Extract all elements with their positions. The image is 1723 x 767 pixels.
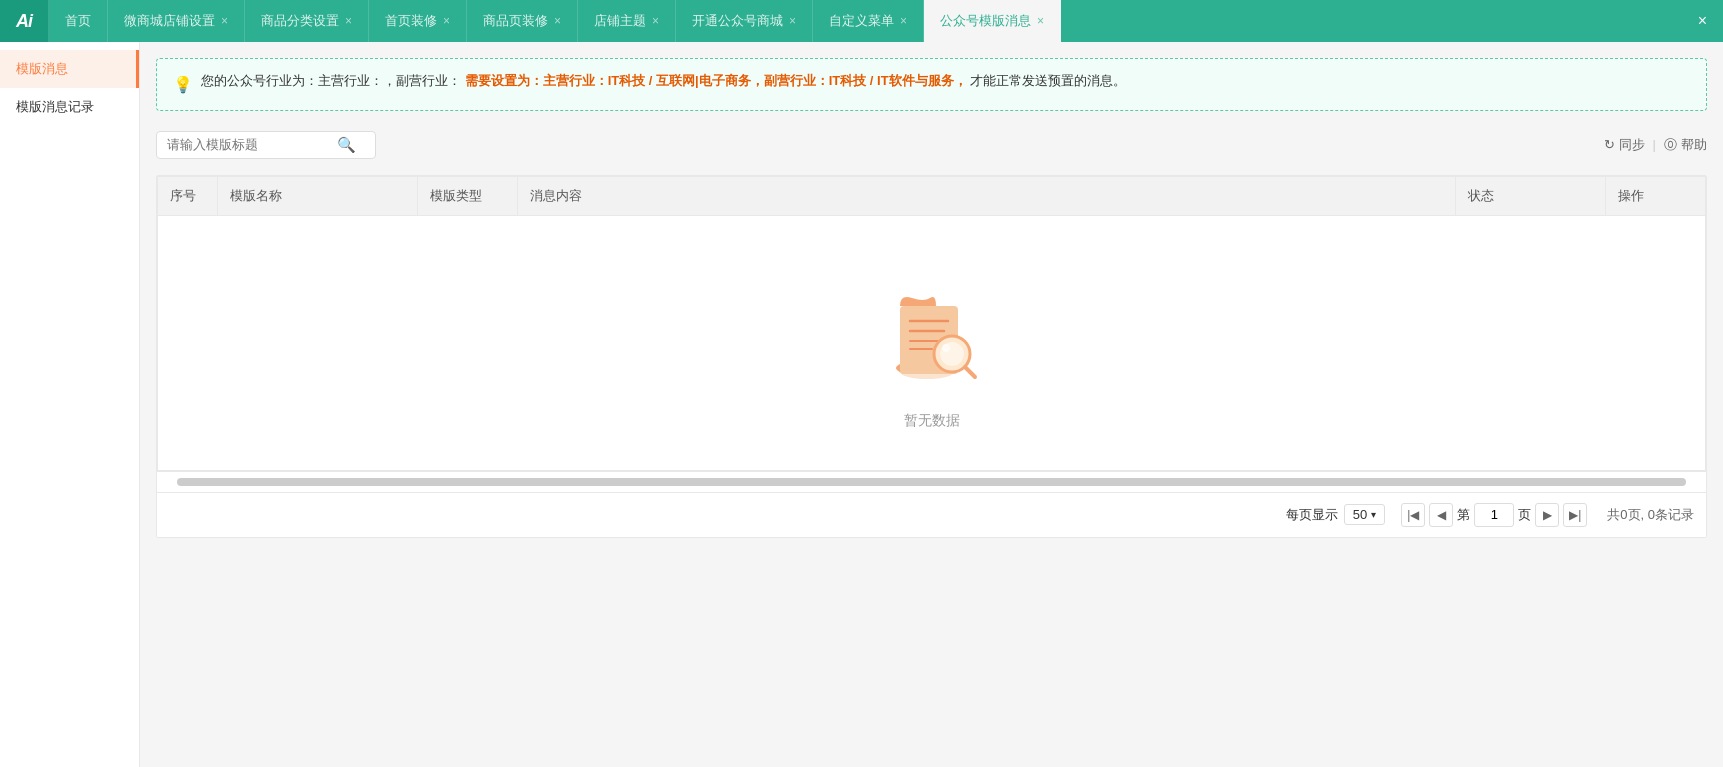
last-page-button[interactable]: ▶|	[1563, 503, 1587, 527]
toolbar: 🔍 ↻ 同步 | ⓪ 帮助	[156, 123, 1707, 163]
tab-template-msg[interactable]: 公众号模版消息 ×	[924, 0, 1061, 42]
tab-product-decor[interactable]: 商品页装修 ×	[467, 0, 578, 42]
tab-shop-setting[interactable]: 微商城店铺设置 ×	[108, 0, 245, 42]
tab-category-setting-label: 商品分类设置	[261, 12, 339, 30]
svg-line-8	[965, 367, 975, 377]
tab-template-msg-label: 公众号模版消息	[940, 12, 1031, 30]
tab-shop-theme[interactable]: 店铺主题 ×	[578, 0, 676, 42]
prev-page-button[interactable]: ◀	[1429, 503, 1453, 527]
logo: Ai	[0, 0, 49, 42]
notice-icon: 💡	[173, 72, 193, 98]
tab-open-mall-close[interactable]: ×	[789, 14, 796, 28]
tab-category-close[interactable]: ×	[345, 14, 352, 28]
tab-shop-setting-close[interactable]: ×	[221, 14, 228, 28]
total-info: 共0页, 0条记录	[1607, 506, 1694, 524]
tab-shop-theme-label: 店铺主题	[594, 12, 646, 30]
page-label-prefix: 第	[1457, 506, 1470, 524]
search-box: 🔍	[156, 131, 376, 159]
table-empty-row: 暂无数据	[158, 215, 1706, 470]
toolbar-right: ↻ 同步 | ⓪ 帮助	[1604, 136, 1707, 154]
tab-home-decor-label: 首页装修	[385, 12, 437, 30]
col-header-type: 模版类型	[418, 176, 518, 215]
tab-bar: Ai 首页 微商城店铺设置 × 商品分类设置 × 首页装修 × 商品页装修 × …	[0, 0, 1723, 42]
tab-home-decor[interactable]: 首页装修 ×	[369, 0, 467, 42]
empty-text: 暂无数据	[904, 412, 960, 430]
page-input-group: 第 页	[1457, 503, 1531, 527]
search-input[interactable]	[167, 137, 337, 152]
col-header-name: 模版名称	[218, 176, 418, 215]
notice-text: 您的公众号行业为：主营行业：，副营行业： 需要设置为：主营行业：IT科技 / 互…	[201, 71, 1126, 92]
sidebar: 模版消息 模版消息记录	[0, 42, 140, 767]
sidebar-item-template-msg[interactable]: 模版消息	[0, 50, 139, 88]
tab-open-mall[interactable]: 开通公众号商城 ×	[676, 0, 813, 42]
search-icon[interactable]: 🔍	[337, 136, 356, 154]
help-label: 帮助	[1681, 136, 1707, 154]
tab-template-msg-close[interactable]: ×	[1037, 14, 1044, 28]
tab-product-decor-label: 商品页装修	[483, 12, 548, 30]
empty-illustration	[872, 276, 992, 396]
pagination: 每页显示 50 ▾ |◀ ◀ 第 页 ▶ ▶|	[157, 492, 1706, 537]
table-header-row: 序号 模版名称 模版类型 消息内容 状态	[158, 176, 1706, 215]
tab-shop-theme-close[interactable]: ×	[652, 14, 659, 28]
tab-custom-menu[interactable]: 自定义菜单 ×	[813, 0, 924, 42]
help-icon: ⓪	[1664, 136, 1677, 154]
scrollbar-area	[157, 471, 1706, 492]
page-label-suffix: 页	[1518, 506, 1531, 524]
notice-prefix: 您的公众号行业为：主营行业：，副营行业：	[201, 73, 461, 88]
page-size-dropdown[interactable]: 50 ▾	[1344, 504, 1385, 525]
chevron-down-icon: ▾	[1371, 509, 1376, 520]
page-size-select: 每页显示 50 ▾	[1286, 504, 1385, 525]
page-number-input[interactable]	[1474, 503, 1514, 527]
horizontal-scrollbar[interactable]	[177, 478, 1686, 486]
tab-custom-menu-close[interactable]: ×	[900, 14, 907, 28]
page-size-label: 每页显示	[1286, 506, 1338, 524]
next-page-button[interactable]: ▶	[1535, 503, 1559, 527]
toolbar-divider: |	[1653, 137, 1656, 152]
main-layout: 模版消息 模版消息记录 💡 您的公众号行业为：主营行业：，副营行业： 需要设置为…	[0, 42, 1723, 767]
content-area: 💡 您的公众号行业为：主营行业：，副营行业： 需要设置为：主营行业：IT科技 /…	[140, 42, 1723, 767]
page-nav: |◀ ◀ 第 页 ▶ ▶|	[1401, 503, 1587, 527]
col-header-action: 操作	[1606, 176, 1706, 215]
page-size-value: 50	[1353, 507, 1367, 522]
empty-state: 暂无数据	[158, 216, 1705, 470]
tab-open-mall-label: 开通公众号商城	[692, 12, 783, 30]
help-button[interactable]: ⓪ 帮助	[1664, 136, 1707, 154]
tab-product-decor-close[interactable]: ×	[554, 14, 561, 28]
tab-home-decor-close[interactable]: ×	[443, 14, 450, 28]
tab-home-label: 首页	[65, 12, 91, 30]
tab-custom-menu-label: 自定义菜单	[829, 12, 894, 30]
sync-icon: ↻	[1604, 137, 1615, 152]
tab-bar-close-all[interactable]: ×	[1682, 0, 1723, 42]
table-container: 序号 模版名称 模版类型 消息内容 状态	[156, 175, 1707, 538]
notice-box: 💡 您的公众号行业为：主营行业：，副营行业： 需要设置为：主营行业：IT科技 /…	[156, 58, 1707, 111]
sidebar-item-template-msg-log[interactable]: 模版消息记录	[0, 88, 139, 126]
col-header-seq: 序号	[158, 176, 218, 215]
tab-home[interactable]: 首页	[49, 0, 108, 42]
first-page-button[interactable]: |◀	[1401, 503, 1425, 527]
data-table: 序号 模版名称 模版类型 消息内容 状态	[157, 176, 1706, 471]
col-header-content: 消息内容	[518, 176, 1456, 215]
notice-highlight: 需要设置为：主营行业：IT科技 / 互联网|电子商务，副营行业：IT科技 / I…	[465, 73, 967, 88]
tab-category-setting[interactable]: 商品分类设置 ×	[245, 0, 369, 42]
sidebar-item-template-msg-label: 模版消息	[16, 61, 68, 76]
sync-label: 同步	[1619, 136, 1645, 154]
notice-suffix: 才能正常发送预置的消息。	[970, 73, 1126, 88]
col-header-status: 状态	[1456, 176, 1606, 215]
svg-point-9	[942, 344, 950, 352]
tab-shop-setting-label: 微商城店铺设置	[124, 12, 215, 30]
sidebar-item-template-msg-log-label: 模版消息记录	[16, 99, 94, 114]
sync-button[interactable]: ↻ 同步	[1604, 136, 1645, 154]
